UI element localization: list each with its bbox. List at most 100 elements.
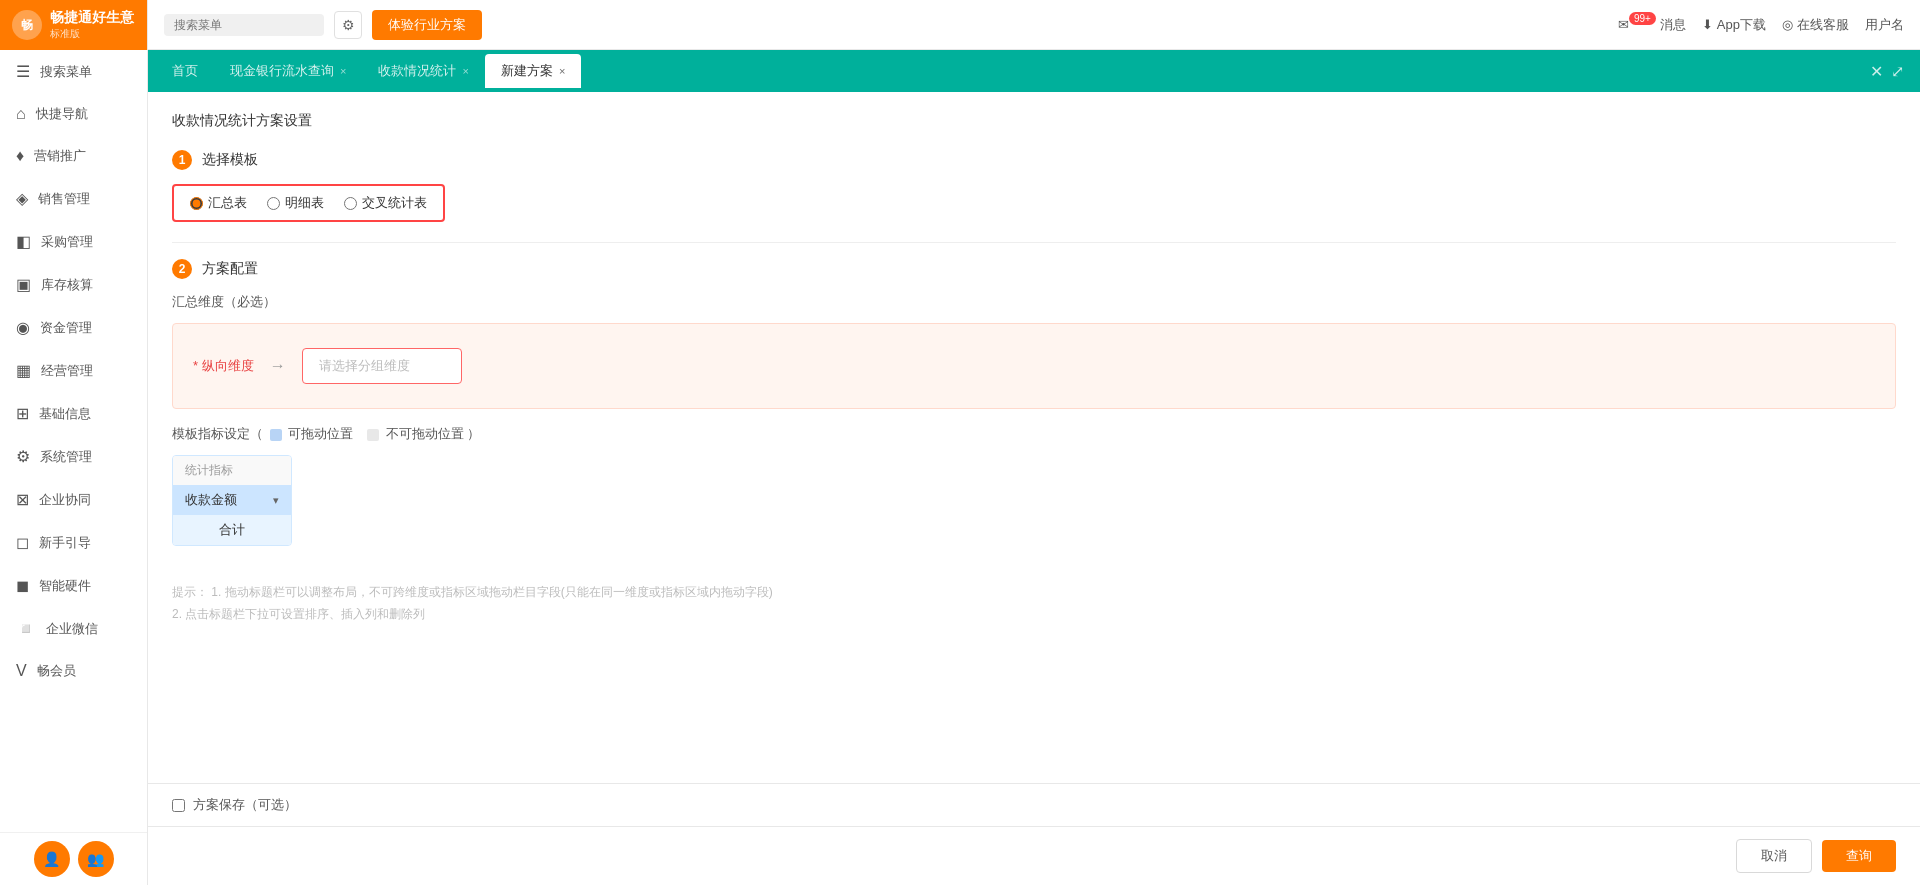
legend-draggable-label: 可拖动位置 <box>288 426 353 441</box>
radio-detail-input[interactable] <box>267 197 280 210</box>
logo-text: 畅捷通好生意 <box>50 9 134 27</box>
tab-bank-query-label: 现金银行流水查询 <box>230 62 334 80</box>
cancel-button[interactable]: 取消 <box>1736 839 1812 873</box>
sidebar-item-label: 经营管理 <box>41 362 93 380</box>
app-download-label: App下载 <box>1717 16 1766 34</box>
header-right: ✉ 99+ 消息 ⬇ App下载 ◎ 在线客服 用户名 <box>1618 16 1904 34</box>
query-button[interactable]: 查询 <box>1822 840 1896 872</box>
online-service-button[interactable]: ◎ 在线客服 <box>1782 16 1849 34</box>
sidebar-item-system[interactable]: ⚙ 系统管理 <box>0 435 147 478</box>
finance-icon: ◉ <box>16 318 30 337</box>
dimension-section-title: 汇总维度（必选） <box>172 293 1896 311</box>
tab-bank-query[interactable]: 现金银行流水查询 × <box>214 54 362 88</box>
tab-close-all-icon[interactable]: ✕ <box>1870 62 1883 81</box>
operation-icon: ▦ <box>16 361 31 380</box>
metrics-config-text-part1: 模板指标设定（ <box>172 426 263 441</box>
sidebar-item-purchase[interactable]: ◧ 采购管理 <box>0 220 147 263</box>
sidebar-item-finance[interactable]: ◉ 资金管理 <box>0 306 147 349</box>
step2-title: 方案配置 <box>202 260 258 278</box>
sidebar-item-label: 营销推广 <box>34 147 86 165</box>
sidebar-item-label: 畅会员 <box>37 662 76 680</box>
settings-gear-button[interactable]: ⚙ <box>334 11 362 39</box>
step1-title: 选择模板 <box>202 151 258 169</box>
wechat-icon: ◽ <box>16 619 36 638</box>
radio-detail-label: 明细表 <box>285 194 324 212</box>
radio-summary[interactable]: 汇总表 <box>190 194 247 212</box>
smart-hw-icon: ◼ <box>16 576 29 595</box>
tab-collection-stats-close[interactable]: × <box>462 65 468 77</box>
enterprise-icon: ⊠ <box>16 490 29 509</box>
tab-bank-query-close[interactable]: × <box>340 65 346 77</box>
app-download-button[interactable]: ⬇ App下载 <box>1702 16 1766 34</box>
header-left: ⚙ 体验行业方案 <box>164 10 482 40</box>
quick-nav-icon: ⌂ <box>16 105 26 123</box>
step1-badge: 1 <box>172 150 192 170</box>
sidebar-group-icon[interactable]: 👥 <box>78 841 114 877</box>
service-label: 在线客服 <box>1797 16 1849 34</box>
industry-plan-button[interactable]: 体验行业方案 <box>372 10 482 40</box>
top-header: ⚙ 体验行业方案 ✉ 99+ 消息 ⬇ App下载 ◎ 在线客服 用户名 <box>148 0 1920 50</box>
message-button[interactable]: ✉ 99+ 消息 <box>1618 16 1686 34</box>
legend-fixed-label: 不可拖动位置 <box>386 426 464 441</box>
main-area: ⚙ 体验行业方案 ✉ 99+ 消息 ⬇ App下载 ◎ 在线客服 用户名 首 <box>148 0 1920 885</box>
sidebar-item-member[interactable]: V 畅会员 <box>0 650 147 692</box>
tip-line2: 2. 点击标题栏下拉可设置排序、插入列和删除列 <box>172 604 1896 626</box>
content-area: 收款情况统计方案设置 1 选择模板 汇总表 明细表 <box>148 92 1920 885</box>
metrics-chevron-icon: ▾ <box>273 494 279 507</box>
message-label: 消息 <box>1660 16 1686 34</box>
tab-new-plan[interactable]: 新建方案 × <box>485 54 581 88</box>
sidebar-item-marketing[interactable]: ♦ 营销推广 <box>0 135 147 177</box>
sidebar-item-wechat[interactable]: ◽ 企业微信 <box>0 607 147 650</box>
sidebar-item-inventory[interactable]: ▣ 库存核算 <box>0 263 147 306</box>
sidebar-bottom: 👤 👥 <box>0 832 147 885</box>
metrics-section: 模板指标设定（ 可拖动位置 不可拖动位置 ） 统计指标 收款金额 ▾ 合计 <box>172 425 1896 546</box>
page-footer: 方案保存（可选） <box>148 783 1920 826</box>
metrics-column-header[interactable]: 收款金额 ▾ <box>173 485 291 515</box>
sidebar-item-newbie[interactable]: ◻ 新手引导 <box>0 521 147 564</box>
vertical-dimension-label: * 纵向维度 <box>193 357 254 375</box>
sidebar-item-search-menu[interactable]: ☰ 搜索菜单 <box>0 50 147 93</box>
sidebar-item-operation[interactable]: ▦ 经营管理 <box>0 349 147 392</box>
save-plan-checkbox[interactable] <box>172 799 185 812</box>
save-plan-label: 方案保存（可选） <box>193 796 297 814</box>
sidebar-item-label: 采购管理 <box>41 233 93 251</box>
radio-cross-input[interactable] <box>344 197 357 210</box>
search-menu-icon: ☰ <box>16 62 30 81</box>
sidebar-item-quick-nav[interactable]: ⌂ 快捷导航 <box>0 93 147 135</box>
page-title: 收款情况统计方案设置 <box>172 112 1896 130</box>
message-badge: 99+ <box>1629 12 1656 25</box>
inventory-icon: ▣ <box>16 275 31 294</box>
sidebar-item-label: 企业微信 <box>46 620 98 638</box>
sidebar-item-basic-info[interactable]: ⊞ 基础信息 <box>0 392 147 435</box>
action-bar: 取消 查询 <box>148 826 1920 885</box>
search-menu-input[interactable] <box>164 14 324 36</box>
tab-home[interactable]: 首页 <box>156 54 214 88</box>
user-profile-button[interactable]: 用户名 <box>1865 16 1904 34</box>
sidebar: 畅 畅捷通好生意 标准版 ☰ 搜索菜单 ⌂ 快捷导航 ♦ 营销推广 ◈ 销售管理… <box>0 0 148 885</box>
tab-bar-actions: ✕ ⤢ <box>1870 62 1912 81</box>
sidebar-item-label: 库存核算 <box>41 276 93 294</box>
sidebar-item-sales[interactable]: ◈ 销售管理 <box>0 177 147 220</box>
tab-collection-stats[interactable]: 收款情况统计 × <box>362 54 484 88</box>
metrics-column-label: 收款金额 <box>185 491 237 509</box>
dimension-arrow-icon: → <box>270 357 286 375</box>
service-icon: ◎ <box>1782 17 1793 32</box>
sidebar-user-icon[interactable]: 👤 <box>34 841 70 877</box>
sidebar-item-enterprise[interactable]: ⊠ 企业协同 <box>0 478 147 521</box>
logo-version: 标准版 <box>50 27 134 41</box>
radio-summary-input[interactable] <box>190 197 203 210</box>
user-label: 用户名 <box>1865 16 1904 34</box>
radio-detail[interactable]: 明细表 <box>267 194 324 212</box>
tab-new-plan-close[interactable]: × <box>559 65 565 77</box>
sidebar-item-label: 基础信息 <box>39 405 91 423</box>
basic-info-icon: ⊞ <box>16 404 29 423</box>
message-icon: ✉ <box>1618 17 1629 32</box>
sidebar-logo: 畅 畅捷通好生意 标准版 <box>0 0 147 50</box>
metrics-config-label: 模板指标设定（ 可拖动位置 不可拖动位置 ） <box>172 425 1896 443</box>
tab-maximize-icon[interactable]: ⤢ <box>1891 62 1904 81</box>
radio-cross-label: 交叉统计表 <box>362 194 427 212</box>
member-icon: V <box>16 662 27 680</box>
sidebar-item-smart-hw[interactable]: ◼ 智能硬件 <box>0 564 147 607</box>
dimension-selector[interactable]: 请选择分组维度 <box>302 348 462 384</box>
radio-cross[interactable]: 交叉统计表 <box>344 194 427 212</box>
